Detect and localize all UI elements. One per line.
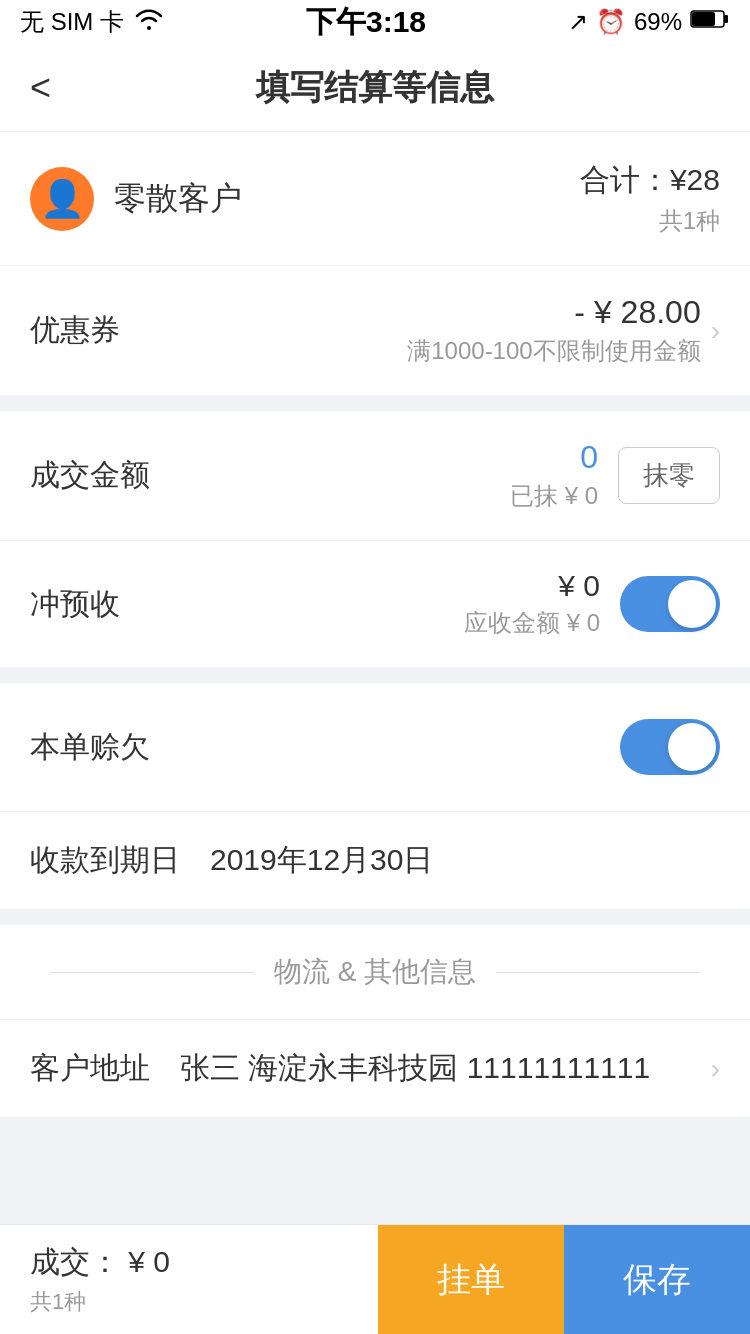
- prereceive-amount: ¥ 0: [464, 569, 600, 603]
- duedate-label: 收款到期日: [30, 840, 180, 881]
- transaction-row: 成交金额 0 已抹 ¥ 0 抹零: [0, 411, 750, 540]
- coupon-info: - ¥ 28.00 满1000-100不限制使用金额: [407, 294, 700, 367]
- address-left: 客户地址 张三 海淀永丰科技园 11111111111: [30, 1048, 650, 1089]
- transaction-amount[interactable]: 0: [510, 439, 598, 476]
- customer-total: 合计：¥28 共1种: [580, 160, 720, 237]
- prereceive-info: ¥ 0 应收金额 ¥ 0: [464, 569, 600, 639]
- round-button[interactable]: 抹零: [618, 447, 720, 504]
- nav-bar: < 填写结算等信息: [0, 44, 750, 132]
- address-chevron-icon: ›: [711, 1053, 720, 1085]
- back-button[interactable]: <: [30, 67, 51, 109]
- content: 👤 零散客户 合计：¥28 共1种 优惠券 - ¥ 28.00 满1000-10…: [0, 132, 750, 1253]
- prereceive-toggle[interactable]: [620, 576, 720, 632]
- debt-row: 本单赊欠: [0, 683, 750, 811]
- page-title: 填写结算等信息: [256, 65, 494, 111]
- duedate-value: 2019年12月30日: [210, 840, 433, 881]
- transaction-right: 0 已抹 ¥ 0 抹零: [510, 439, 720, 512]
- address-label: 客户地址: [30, 1048, 150, 1089]
- coupon-row[interactable]: 优惠券 - ¥ 28.00 满1000-100不限制使用金额 ›: [0, 265, 750, 395]
- status-left: 无 SIM 卡: [20, 6, 164, 38]
- customer-info: 👤 零散客户: [30, 167, 242, 231]
- debt-section: 本单赊欠 收款到期日 2019年12月30日: [0, 683, 750, 909]
- customer-row: 👤 零散客户 合计：¥28 共1种: [0, 132, 750, 265]
- coupon-right: - ¥ 28.00 满1000-100不限制使用金额 ›: [407, 294, 720, 367]
- address-row[interactable]: 客户地址 张三 海淀永丰科技园 11111111111 ›: [0, 1019, 750, 1117]
- transaction-sub: 已抹 ¥ 0: [510, 480, 598, 512]
- bottom-bar: 成交： ¥ 0 共1种 挂单 保存: [0, 1224, 750, 1334]
- status-time: 下午3:18: [306, 2, 426, 43]
- wifi-icon: [134, 8, 164, 36]
- location-icon: ↗: [568, 8, 588, 36]
- status-bar: 无 SIM 卡 下午3:18 ↗ ⏰ 69%: [0, 0, 750, 44]
- sim-status: 无 SIM 卡: [20, 6, 124, 38]
- svg-rect-2: [692, 12, 715, 26]
- transaction-amount-area: 0 已抹 ¥ 0: [510, 439, 598, 512]
- total-count: 共1种: [580, 205, 720, 237]
- prereceive-right: ¥ 0 应收金额 ¥ 0: [464, 569, 720, 639]
- avatar-icon: 👤: [40, 178, 85, 220]
- toggle-thumb: [668, 580, 716, 628]
- total-amount: 合计：¥28: [580, 160, 720, 201]
- svg-rect-1: [724, 15, 728, 23]
- bottom-deal-count: 共1种: [30, 1287, 348, 1317]
- coupon-chevron-icon: ›: [711, 315, 720, 347]
- duedate-row[interactable]: 收款到期日 2019年12月30日: [0, 811, 750, 909]
- customer-name: 零散客户: [114, 177, 242, 221]
- transaction-section: 成交金额 0 已抹 ¥ 0 抹零 冲预收 ¥ 0 应收金额 ¥ 0: [0, 411, 750, 667]
- battery-icon: [690, 8, 730, 36]
- transaction-label: 成交金额: [30, 455, 150, 496]
- customer-avatar: 👤: [30, 167, 94, 231]
- prereceive-row: 冲预收 ¥ 0 应收金额 ¥ 0: [0, 540, 750, 667]
- address-value: 张三 海淀永丰科技园 11111111111: [180, 1048, 650, 1089]
- debt-toggle[interactable]: [620, 719, 720, 775]
- coupon-discount: - ¥ 28.00: [407, 294, 700, 331]
- debt-label: 本单赊欠: [30, 727, 150, 768]
- battery-percent: 69%: [634, 8, 682, 36]
- status-right: ↗ ⏰ 69%: [568, 8, 730, 36]
- coupon-desc: 满1000-100不限制使用金额: [407, 335, 700, 367]
- logistics-header: 物流 & 其他信息: [0, 925, 750, 1019]
- customer-section: 👤 零散客户 合计：¥28 共1种 优惠券 - ¥ 28.00 满1000-10…: [0, 132, 750, 395]
- hang-button[interactable]: 挂单: [378, 1225, 564, 1335]
- coupon-label: 优惠券: [30, 310, 120, 351]
- debt-toggle-thumb: [668, 723, 716, 771]
- alarm-icon: ⏰: [596, 8, 626, 36]
- logistics-label: 物流 & 其他信息: [274, 953, 476, 991]
- prereceive-label: 冲预收: [30, 584, 120, 625]
- save-button[interactable]: 保存: [564, 1225, 750, 1335]
- logistics-section: 物流 & 其他信息 客户地址 张三 海淀永丰科技园 11111111111 ›: [0, 925, 750, 1117]
- bottom-summary: 成交： ¥ 0 共1种: [0, 1242, 378, 1317]
- bottom-deal-amount: 成交： ¥ 0: [30, 1242, 348, 1283]
- prereceive-sub: 应收金额 ¥ 0: [464, 607, 600, 639]
